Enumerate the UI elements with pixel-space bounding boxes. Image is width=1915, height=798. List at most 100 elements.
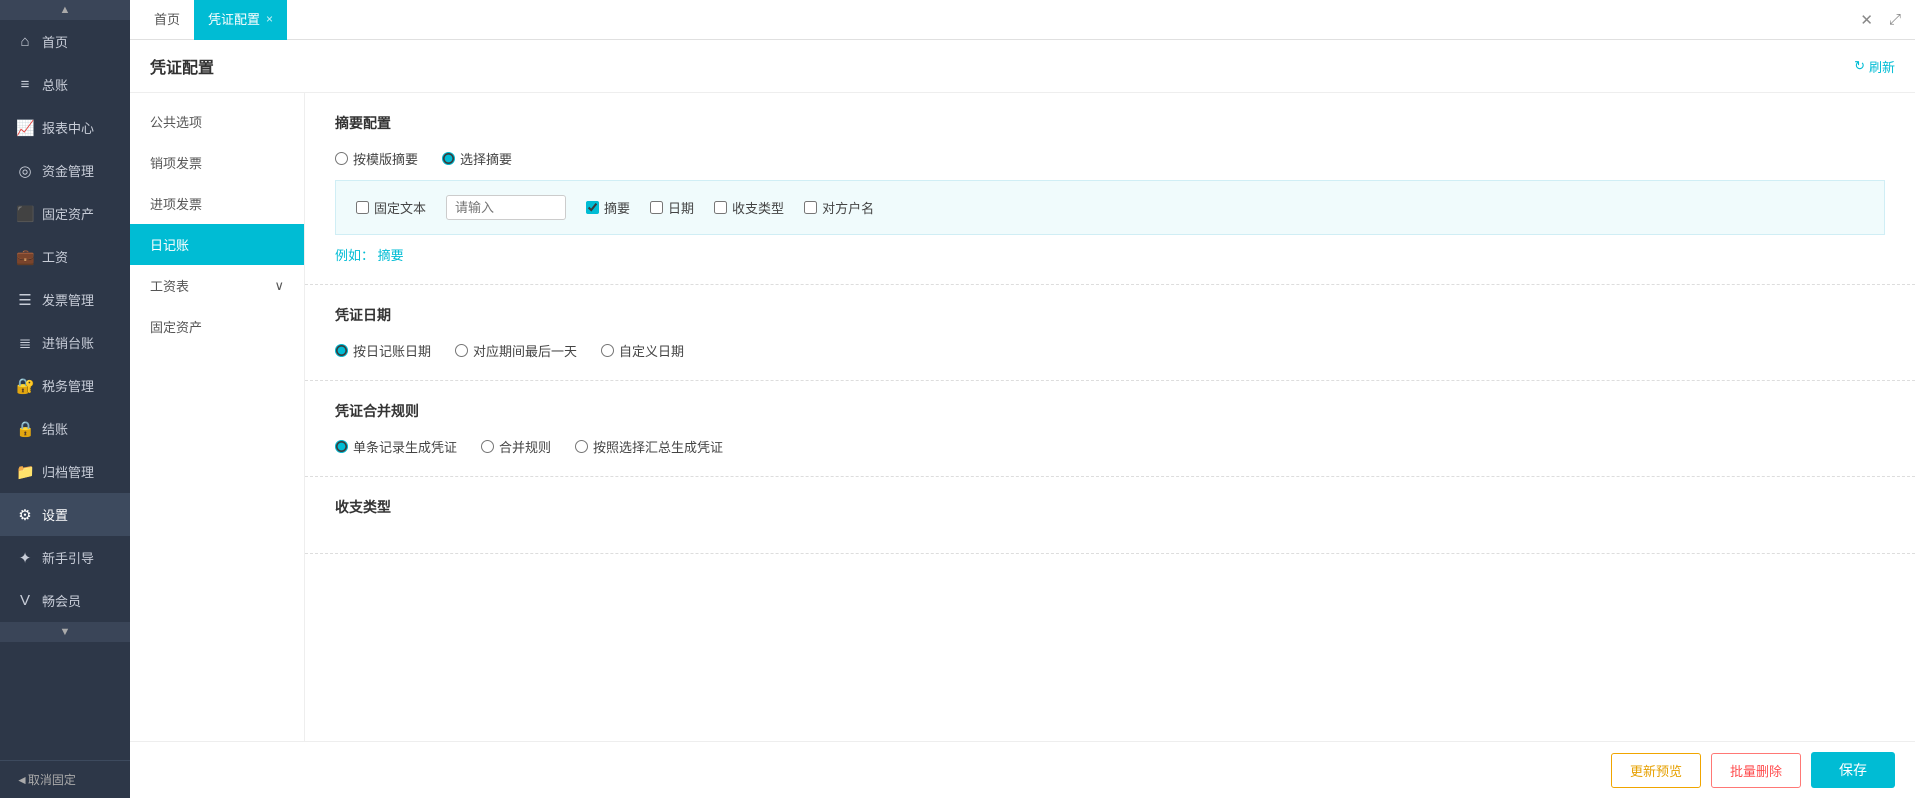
page-header: 凭证配置 ↻ 刷新 (130, 40, 1915, 93)
refresh-button[interactable]: ↻ 刷新 (1854, 57, 1895, 76)
sidebar-item-home[interactable]: ⌂ 首页 (0, 20, 130, 63)
radio-last-day-label: 对应期间最后一天 (473, 341, 577, 360)
tab-bar: 首页 凭证配置 × ✕ ⤢ (130, 0, 1915, 40)
left-nav-sales-invoice-label: 销项发票 (150, 153, 202, 172)
sidebar-item-settings[interactable]: ⚙ 设置 (0, 493, 130, 536)
radio-select-summary[interactable]: 选择摘要 (442, 149, 512, 168)
checkbox-date-input[interactable] (650, 201, 663, 214)
radio-merge-label: 合并规则 (499, 437, 551, 456)
main-area: 首页 凭证配置 × ✕ ⤢ 凭证配置 ↻ 刷新 公共选项 (130, 0, 1915, 798)
radio-custom-date[interactable]: 自定义日期 (601, 341, 684, 360)
sidebar-item-salary[interactable]: 💼 工资 (0, 235, 130, 278)
tab-close-button[interactable]: × (266, 12, 273, 26)
left-nav-sales-invoice[interactable]: 销项发票 (130, 142, 304, 183)
radio-single[interactable]: 单条记录生成凭证 (335, 437, 457, 456)
reports-icon: 📈 (16, 119, 34, 137)
closing-icon: 🔒 (16, 420, 34, 438)
invoice-icon: ☰ (16, 291, 34, 309)
action-bar: 更新预览 批量删除 保存 (130, 741, 1915, 798)
radio-template-input[interactable] (335, 152, 348, 165)
checkbox-fixed-text-input[interactable] (356, 201, 369, 214)
cancel-fixed-button[interactable]: ◄取消固定 (0, 760, 130, 798)
sidebar-item-label: 发票管理 (42, 290, 94, 309)
checkbox-income-type[interactable]: 收支类型 (714, 198, 784, 217)
radio-journal-date-label: 按日记账日期 (353, 341, 431, 360)
radio-template-summary[interactable]: 按模版摘要 (335, 149, 418, 168)
sidebar-item-vip[interactable]: V 畅会员 (0, 579, 130, 622)
left-nav-fixed-assets[interactable]: 固定资产 (130, 306, 304, 347)
sidebar-item-closing[interactable]: 🔒 结账 (0, 407, 130, 450)
left-nav-journal[interactable]: 日记账 (130, 224, 304, 265)
checkbox-income-type-label: 收支类型 (732, 198, 784, 217)
voucher-date-title: 凭证日期 (335, 305, 1885, 325)
sidebar-item-guide[interactable]: ✦ 新手引导 (0, 536, 130, 579)
settings-icon: ⚙ (16, 506, 34, 524)
radio-merge-input[interactable] (481, 440, 494, 453)
sidebar-scroll-down[interactable]: ▼ (0, 622, 130, 642)
sidebar-item-reports[interactable]: 📈 报表中心 (0, 106, 130, 149)
voucher-date-radio-group: 按日记账日期 对应期间最后一天 自定义日期 (335, 341, 1885, 360)
summary-config-title: 摘要配置 (335, 113, 1885, 133)
fixed-text-input[interactable] (446, 195, 566, 220)
sidebar-item-ledger[interactable]: ≡ 总账 (0, 63, 130, 106)
sidebar-item-trading[interactable]: ≣ 进销台账 (0, 321, 130, 364)
radio-last-day[interactable]: 对应期间最后一天 (455, 341, 577, 360)
batch-delete-button[interactable]: 批量删除 (1711, 753, 1801, 788)
sidebar-item-tax[interactable]: 🔐 税务管理 (0, 364, 130, 407)
radio-select-merge[interactable]: 按照选择汇总生成凭证 (575, 437, 723, 456)
checkbox-fixed-text[interactable]: 固定文本 (356, 198, 426, 217)
left-nav-payroll-label: 工资表 (150, 276, 189, 295)
income-type-section: 收支类型 (305, 477, 1915, 554)
sidebar-item-label: 首页 (42, 32, 68, 51)
checkbox-counterparty[interactable]: 对方户名 (804, 198, 874, 217)
vip-icon: V (16, 592, 34, 609)
tab-restore-button[interactable]: ⤢ (1885, 9, 1905, 30)
salary-icon: 💼 (16, 248, 34, 266)
left-nav-purchase-invoice[interactable]: 进项发票 (130, 183, 304, 224)
example-label: 例如： (335, 248, 374, 263)
radio-journal-date-input[interactable] (335, 344, 348, 357)
checkbox-income-type-input[interactable] (714, 201, 727, 214)
example-value: 摘要 (378, 248, 404, 263)
trading-icon: ≣ (16, 334, 34, 352)
page-body: 公共选项 销项发票 进项发票 日记账 工资表 ∨ 固定资产 (130, 93, 1915, 741)
left-nav: 公共选项 销项发票 进项发票 日记账 工资表 ∨ 固定资产 (130, 93, 305, 741)
radio-template-label: 按模版摘要 (353, 149, 418, 168)
sidebar-item-assets[interactable]: ⬛ 固定资产 (0, 192, 130, 235)
left-nav-payroll[interactable]: 工资表 ∨ (130, 265, 304, 306)
radio-select-label: 选择摘要 (460, 149, 512, 168)
tab-home[interactable]: 首页 (140, 0, 194, 40)
tax-icon: 🔐 (16, 377, 34, 395)
radio-single-input[interactable] (335, 440, 348, 453)
checkbox-counterparty-input[interactable] (804, 201, 817, 214)
checkbox-row: 固定文本 摘要 日期 收支类型 (335, 180, 1885, 235)
refresh-icon: ↻ (1854, 58, 1865, 74)
checkbox-summary-input[interactable] (586, 201, 599, 214)
radio-select-input[interactable] (442, 152, 455, 165)
update-preview-button[interactable]: 更新预览 (1611, 753, 1701, 788)
checkbox-summary-label: 摘要 (604, 198, 630, 217)
radio-select-merge-input[interactable] (575, 440, 588, 453)
radio-last-day-input[interactable] (455, 344, 468, 357)
checkbox-date[interactable]: 日期 (650, 198, 694, 217)
sidebar-item-label: 畅会员 (42, 591, 81, 610)
radio-single-label: 单条记录生成凭证 (353, 437, 457, 456)
tab-close-window-button[interactable]: ✕ (1856, 9, 1877, 31)
checkbox-summary[interactable]: 摘要 (586, 198, 630, 217)
radio-journal-date[interactable]: 按日记账日期 (335, 341, 431, 360)
tab-voucher-config[interactable]: 凭证配置 × (194, 0, 287, 40)
sidebar-item-funds[interactable]: ◎ 资金管理 (0, 149, 130, 192)
sidebar-item-label: 进销台账 (42, 333, 94, 352)
sidebar-item-invoice[interactable]: ☰ 发票管理 (0, 278, 130, 321)
radio-merge[interactable]: 合并规则 (481, 437, 551, 456)
summary-config-section: 摘要配置 按模版摘要 选择摘要 (305, 93, 1915, 285)
left-nav-public[interactable]: 公共选项 (130, 101, 304, 142)
radio-custom-date-input[interactable] (601, 344, 614, 357)
sidebar-item-archive[interactable]: 📁 归档管理 (0, 450, 130, 493)
sidebar-item-label: 总账 (42, 75, 68, 94)
sidebar-item-label: 报表中心 (42, 118, 94, 137)
ledger-icon: ≡ (16, 76, 34, 93)
sidebar-scroll-up[interactable]: ▲ (0, 0, 130, 20)
home-icon: ⌂ (16, 33, 34, 50)
save-button[interactable]: 保存 (1811, 752, 1895, 788)
